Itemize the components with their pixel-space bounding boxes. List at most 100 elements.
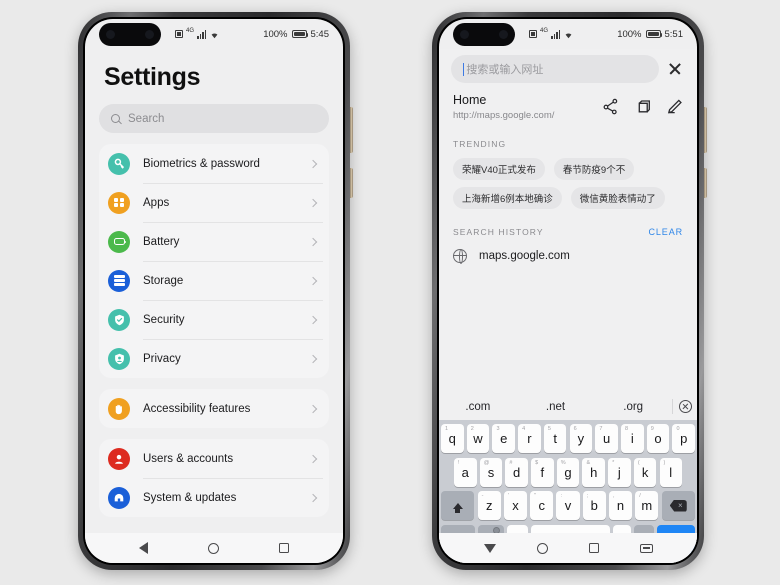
key-i[interactable]: 8i: [621, 424, 644, 453]
trending-tags: 荣耀V40正式发布 春节防疫9个不 上海新增6例本地确诊 微信黄脸表情动了: [439, 158, 697, 209]
status-bar-right-icons: 100% 5:51: [617, 29, 683, 40]
chevron-right-icon: [308, 493, 318, 502]
battery-percent-right: 100%: [617, 28, 642, 40]
hide-keyboard-icon[interactable]: [483, 543, 496, 553]
sidebar-item-privacy[interactable]: Privacy: [99, 339, 329, 378]
browser-content: 搜索或输入网址 Home http://maps.google.com/ TRE…: [439, 49, 697, 563]
copy-icon[interactable]: [634, 98, 651, 115]
network-type-icon: 4G: [540, 28, 549, 34]
power-button-right[interactable]: [704, 168, 707, 198]
sidebar-item-accessibility[interactable]: Accessibility features: [99, 389, 329, 428]
key-p[interactable]: 0p: [672, 424, 695, 453]
hand-icon: [108, 397, 130, 420]
keyboard-row-3: -z ' x " c :v ; b ,n / m ×: [441, 491, 695, 520]
key-c[interactable]: " c: [530, 491, 554, 520]
suggestion-org[interactable]: .org: [594, 401, 672, 413]
keyboard-suggestion-bar: .com .net .org: [439, 393, 697, 420]
key-s[interactable]: @ s: [479, 457, 503, 487]
key-n[interactable]: ,n: [608, 491, 633, 520]
sidebar-item-storage[interactable]: Storage: [99, 261, 329, 300]
phone-device-right: 4G 100% 5:51 搜索或输入网址 Home http://maps.go…: [432, 12, 707, 570]
signal-bars-icon: [551, 29, 561, 39]
key-e[interactable]: 3e: [492, 424, 515, 453]
sidebar-item-system-updates[interactable]: System & updates: [99, 478, 329, 517]
trending-tag[interactable]: 微信黄脸表情动了: [570, 187, 665, 209]
home-icon[interactable]: [208, 542, 219, 554]
trending-tag[interactable]: 春节防疫9个不: [553, 158, 635, 180]
key-o[interactable]: 9o: [646, 424, 670, 453]
key-d[interactable]: # d: [505, 457, 528, 487]
user-icon: [108, 447, 130, 470]
trending-heading: TRENDING: [453, 139, 507, 149]
search-input[interactable]: Search: [99, 104, 329, 133]
key-x[interactable]: ' x: [503, 491, 527, 520]
key-k[interactable]: (k: [633, 457, 657, 487]
key-r[interactable]: 4r: [518, 424, 541, 453]
clear-history-button[interactable]: CLEAR: [648, 227, 683, 237]
browser-screen: 4G 100% 5:51 搜索或输入网址 Home http://maps.go…: [439, 19, 697, 563]
volume-button-left[interactable]: [350, 107, 353, 153]
clear-circle-icon[interactable]: [673, 400, 697, 413]
key-a[interactable]: ! a: [454, 457, 477, 487]
home-bookmark-url: http://maps.google.com/: [453, 110, 555, 121]
key-w[interactable]: 2w: [466, 424, 490, 453]
settings-screen: 4G 100% 5:45 Settings Search Biometrics …: [85, 19, 343, 563]
close-icon[interactable]: [667, 61, 683, 77]
share-icon[interactable]: [602, 98, 619, 115]
search-history-heading-row: SEARCH HISTORY CLEAR: [439, 209, 697, 246]
text-caret: [463, 62, 465, 76]
search-placeholder: Search: [128, 112, 165, 125]
key-l[interactable]: ) l: [659, 457, 682, 487]
power-button-left[interactable]: [350, 168, 353, 198]
key-j[interactable]: * j: [608, 457, 631, 487]
trending-tag[interactable]: 上海新增6例本地确诊: [453, 187, 562, 209]
key-v[interactable]: :v: [556, 491, 580, 520]
edit-icon[interactable]: [666, 98, 683, 115]
chevron-right-icon: [308, 159, 318, 168]
battery-icon: [108, 230, 130, 253]
key-t[interactable]: 5t: [543, 424, 567, 453]
sidebar-item-users-accounts[interactable]: Users & accounts: [99, 439, 329, 478]
sidebar-item-label: Apps: [143, 196, 170, 209]
recents-icon[interactable]: [588, 543, 599, 553]
system-icon: [108, 486, 130, 509]
shift-icon[interactable]: [441, 491, 475, 520]
list-item[interactable]: maps.google.com: [439, 246, 697, 265]
key-u[interactable]: 7u: [595, 424, 618, 453]
sidebar-item-label: Storage: [143, 274, 184, 287]
key-b[interactable]: ; b: [582, 491, 606, 520]
stack-icon: [108, 269, 130, 292]
sidebar-item-apps[interactable]: Apps: [99, 183, 329, 222]
url-input[interactable]: 搜索或输入网址: [451, 55, 659, 83]
key-z[interactable]: -z: [477, 491, 501, 520]
clock-left: 5:45: [310, 28, 330, 40]
suggestion-com[interactable]: .com: [439, 401, 517, 413]
key-f[interactable]: $ f: [531, 457, 554, 487]
front-camera-punchhole: [99, 23, 161, 46]
key-g[interactable]: % g: [556, 457, 580, 487]
volume-button-right[interactable]: [704, 107, 707, 153]
sidebar-item-security[interactable]: Security: [99, 300, 329, 339]
home-bookmark-entry[interactable]: Home http://maps.google.com/: [439, 93, 697, 121]
sidebar-item-label: System & updates: [143, 491, 237, 504]
trending-tag[interactable]: 荣耀V40正式发布: [453, 158, 545, 180]
back-icon[interactable]: [139, 542, 148, 554]
suggestion-net[interactable]: .net: [517, 401, 595, 413]
battery-percent-left: 100%: [263, 28, 288, 40]
chevron-right-icon: [308, 276, 318, 285]
key-h[interactable]: & h: [582, 457, 605, 487]
key-icon: [108, 152, 130, 175]
sidebar-item-biometrics[interactable]: Biometrics & password: [99, 144, 329, 183]
search-icon: [111, 114, 120, 123]
key-y[interactable]: 6y: [569, 424, 593, 453]
recents-icon[interactable]: [279, 543, 289, 553]
home-icon[interactable]: [536, 542, 548, 554]
keyboard-icon[interactable]: [639, 543, 653, 553]
sidebar-item-battery[interactable]: Battery: [99, 222, 329, 261]
wifi-icon: [211, 33, 218, 38]
key-q[interactable]: 1q: [441, 424, 464, 453]
status-bar-left-icons: 4G: [529, 28, 574, 39]
sidebar-item-label: Battery: [143, 235, 180, 248]
key-m[interactable]: / m: [635, 491, 659, 520]
backspace-icon[interactable]: ×: [661, 491, 695, 520]
